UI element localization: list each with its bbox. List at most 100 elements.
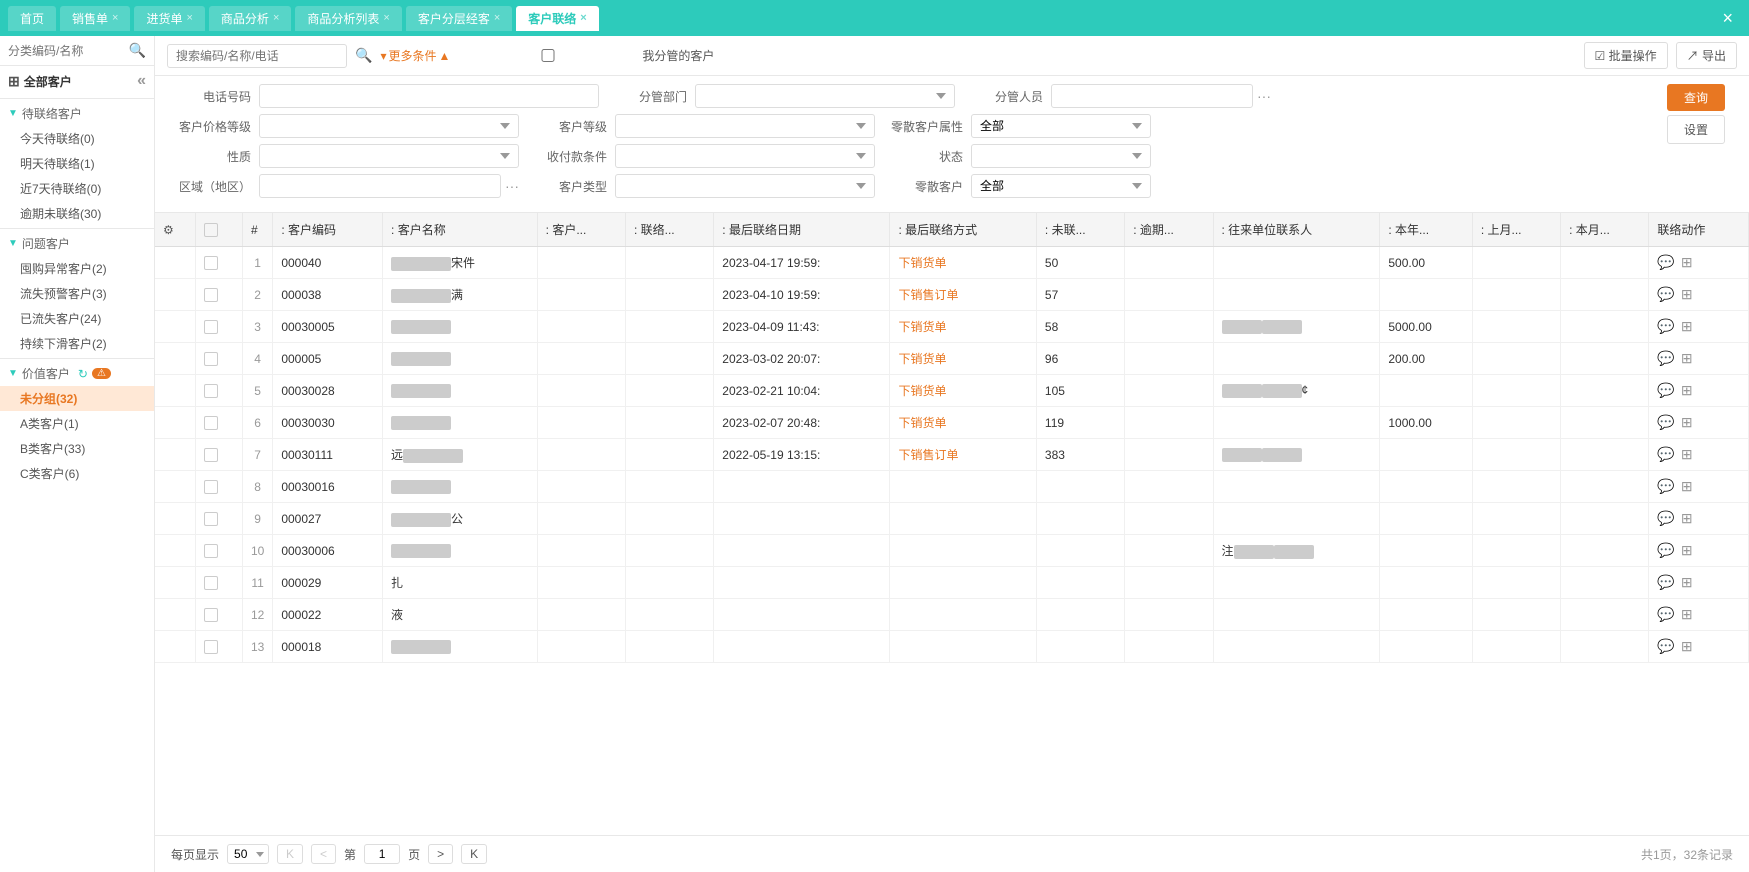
sidebar-item-churn-risk[interactable]: 流失预警客户(3) — [0, 281, 154, 306]
search-input[interactable] — [167, 44, 347, 68]
row-checkbox[interactable] — [204, 544, 218, 558]
staff-input[interactable] — [1051, 84, 1253, 108]
tab-purchase[interactable]: 进货单 × — [134, 6, 204, 31]
sidebar-collapse-icon[interactable]: « — [137, 72, 146, 90]
chat-icon[interactable]: 💬 — [1657, 414, 1674, 431]
region-input[interactable] — [259, 174, 501, 198]
status-select[interactable] — [971, 144, 1151, 168]
page-number-input[interactable] — [364, 844, 400, 864]
grid-action-icon[interactable]: ⊞ — [1681, 574, 1693, 591]
last-page-button[interactable]: K — [461, 844, 487, 864]
sidebar-item-churned[interactable]: 已流失客户(24) — [0, 306, 154, 331]
row-checkbox[interactable] — [204, 608, 218, 622]
export-button[interactable]: ↗ 导出 — [1676, 42, 1737, 69]
th-overdue[interactable]: : 逾期... — [1125, 213, 1213, 247]
row-checkbox[interactable] — [204, 320, 218, 334]
retail-attr-select[interactable]: 全部 — [971, 114, 1151, 138]
search-button[interactable]: 查询 — [1667, 84, 1725, 111]
chat-icon[interactable]: 💬 — [1657, 606, 1674, 623]
next-page-button[interactable]: > — [428, 844, 453, 864]
th-type[interactable]: : 客户... — [537, 213, 625, 247]
row-checkbox[interactable] — [204, 480, 218, 494]
grid-action-icon[interactable]: ⊞ — [1681, 318, 1693, 335]
tab-customer-segment[interactable]: 客户分层经客 × — [406, 6, 512, 31]
grid-action-icon[interactable]: ⊞ — [1681, 510, 1693, 527]
sidebar-item-7days[interactable]: 近7天待联络(0) — [0, 176, 154, 201]
chat-icon[interactable]: 💬 — [1657, 574, 1674, 591]
th-contact[interactable]: : 联络... — [625, 213, 713, 247]
tab-home[interactable]: 首页 — [8, 6, 56, 31]
retail-customer-select[interactable]: 全部 — [971, 174, 1151, 198]
grid-action-icon[interactable]: ⊞ — [1681, 414, 1693, 431]
close-analysis-list-icon[interactable]: × — [383, 12, 389, 24]
more-conditions-button[interactable]: ▾ 更多条件 ▲ — [380, 47, 450, 64]
sidebar-item-b-type[interactable]: B类客户(33) — [0, 436, 154, 461]
chat-icon[interactable]: 💬 — [1657, 318, 1674, 335]
my-customers-filter[interactable]: 我分管的客户 — [458, 47, 714, 64]
sidebar-item-declining[interactable]: 持续下滑客户(2) — [0, 331, 154, 356]
dept-select[interactable] — [695, 84, 955, 108]
sidebar-item-a-type[interactable]: A类客户(1) — [0, 411, 154, 436]
row-checkbox[interactable] — [204, 288, 218, 302]
grid-action-icon[interactable]: ⊞ — [1681, 478, 1693, 495]
tab-sales[interactable]: 销售单 × — [60, 6, 130, 31]
contact-method-link[interactable]: 下销货单 — [898, 352, 946, 366]
contact-method-link[interactable]: 下销售订单 — [898, 288, 958, 302]
tab-analysis[interactable]: 商品分析 × — [209, 6, 291, 31]
grid-action-icon[interactable]: ⊞ — [1681, 382, 1693, 399]
sidebar-search-icon[interactable]: 🔍 — [129, 42, 146, 59]
reset-button[interactable]: 设置 — [1667, 115, 1725, 144]
sidebar-group-problem[interactable]: ▼ 问题客户 — [0, 231, 154, 256]
nature-select[interactable] — [259, 144, 519, 168]
row-checkbox[interactable] — [204, 448, 218, 462]
grid-action-icon[interactable]: ⊞ — [1681, 446, 1693, 463]
filter-search-icon[interactable]: 🔍 — [355, 47, 372, 64]
close-purchase-icon[interactable]: × — [186, 12, 192, 24]
staff-dots-icon[interactable]: ··· — [1257, 88, 1271, 104]
row-checkbox[interactable] — [204, 352, 218, 366]
chat-icon[interactable]: 💬 — [1657, 542, 1674, 559]
chat-icon[interactable]: 💬 — [1657, 350, 1674, 367]
row-checkbox[interactable] — [204, 384, 218, 398]
close-sales-icon[interactable]: × — [112, 12, 118, 24]
contact-method-link[interactable]: 下销货单 — [898, 320, 946, 334]
sidebar-item-today[interactable]: 今天待联络(0) — [0, 126, 154, 151]
window-close-button[interactable]: × — [1714, 8, 1741, 29]
tab-analysis-list[interactable]: 商品分析列表 × — [295, 6, 401, 31]
sidebar-item-abnormal[interactable]: 囤购异常客户(2) — [0, 256, 154, 281]
my-customers-checkbox[interactable] — [458, 49, 638, 62]
th-unit-contact[interactable]: : 往来单位联系人 — [1213, 213, 1380, 247]
contact-method-link[interactable]: 下销货单 — [898, 256, 946, 270]
select-all-checkbox[interactable] — [204, 223, 218, 237]
batch-op-button[interactable]: ☑ 批量操作 — [1584, 42, 1668, 69]
customer-type-select[interactable] — [615, 174, 875, 198]
contact-method-link[interactable]: 下销货单 — [898, 384, 946, 398]
chat-icon[interactable]: 💬 — [1657, 638, 1674, 655]
grid-action-icon[interactable]: ⊞ — [1681, 350, 1693, 367]
grid-action-icon[interactable]: ⊞ — [1681, 606, 1693, 623]
grid-action-icon[interactable]: ⊞ — [1681, 286, 1693, 303]
phone-input[interactable] — [259, 84, 599, 108]
prev-page-button[interactable]: < — [311, 844, 336, 864]
close-analysis-icon[interactable]: × — [273, 12, 279, 24]
th-last-contact-method[interactable]: : 最后联络方式 — [890, 213, 1036, 247]
th-name[interactable]: : 客户名称 — [383, 213, 538, 247]
sidebar-item-c-type[interactable]: C类客户(6) — [0, 461, 154, 486]
chat-icon[interactable]: 💬 — [1657, 446, 1674, 463]
region-dots-icon[interactable]: ··· — [505, 178, 519, 194]
chat-icon[interactable]: 💬 — [1657, 478, 1674, 495]
th-last-contact-date[interactable]: : 最后联络日期 — [714, 213, 890, 247]
row-checkbox[interactable] — [204, 640, 218, 654]
chat-icon[interactable]: 💬 — [1657, 382, 1674, 399]
all-customers-header[interactable]: ⊞ 全部客户 « — [0, 66, 154, 96]
sidebar-item-overdue[interactable]: 逾期未联络(30) — [0, 201, 154, 226]
chat-icon[interactable]: 💬 — [1657, 254, 1674, 271]
price-level-select[interactable] — [259, 114, 519, 138]
sidebar-item-unclassified[interactable]: 未分组(32) — [0, 386, 154, 411]
th-settings[interactable]: ⚙ — [155, 213, 195, 247]
payment-select[interactable] — [615, 144, 875, 168]
th-check[interactable] — [195, 213, 242, 247]
contact-method-link[interactable]: 下销货单 — [898, 416, 946, 430]
per-page-select[interactable]: 50 — [227, 844, 269, 864]
sidebar-group-pending[interactable]: ▼ 待联络客户 — [0, 101, 154, 126]
